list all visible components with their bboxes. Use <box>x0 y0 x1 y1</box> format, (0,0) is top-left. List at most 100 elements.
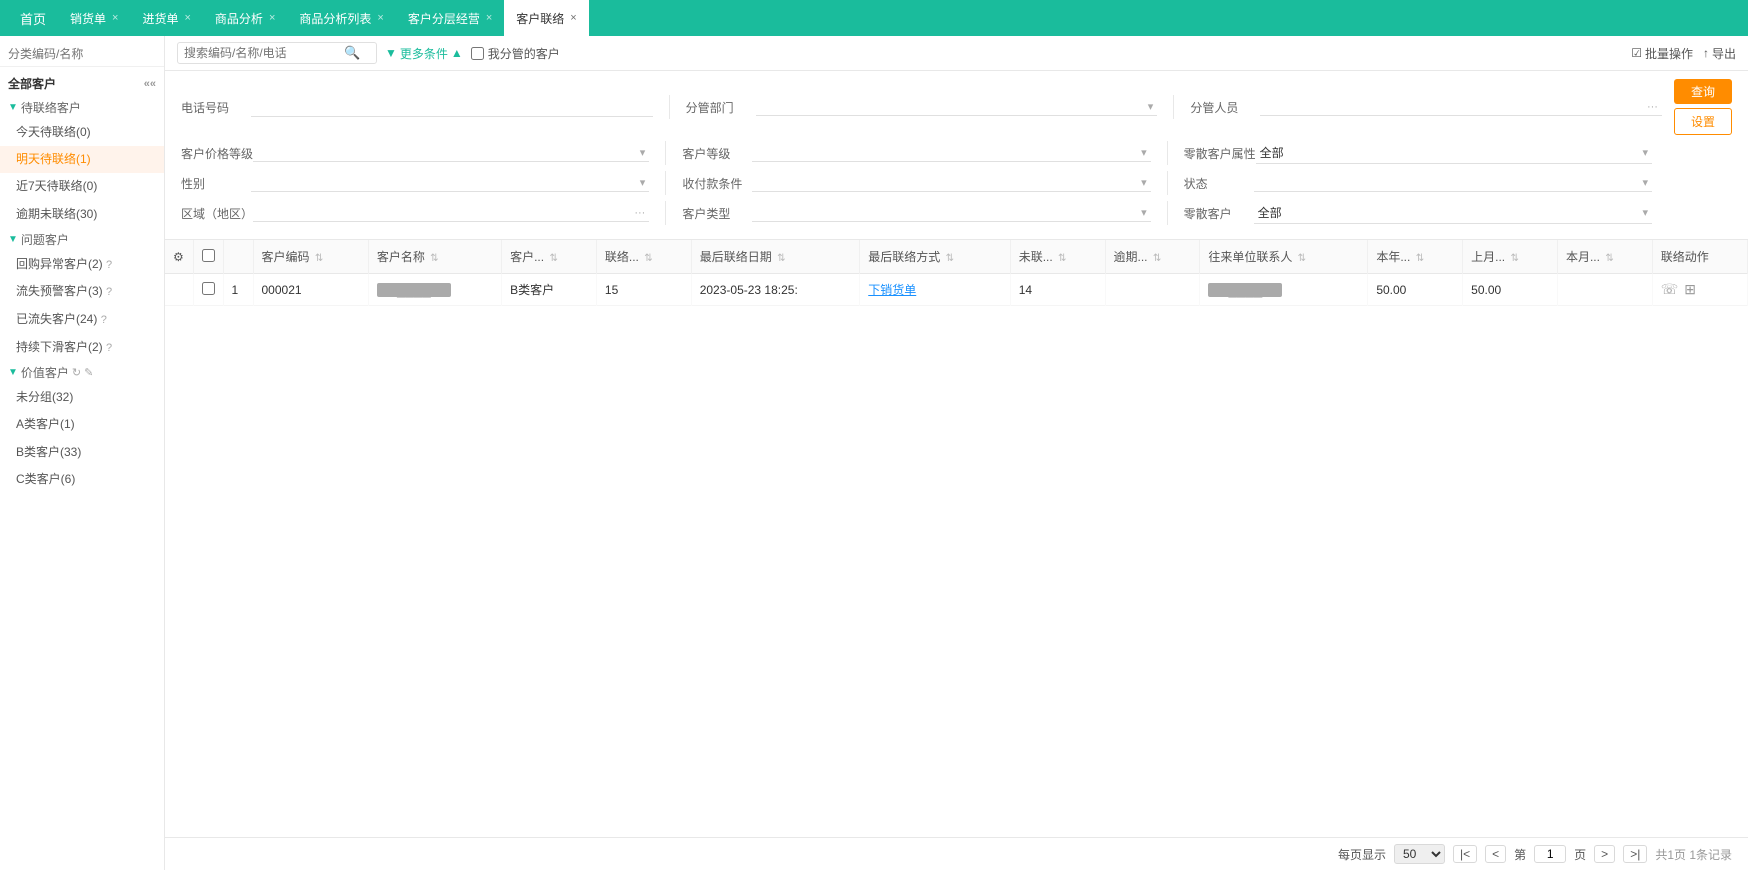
all-customers-section[interactable]: 全部客户 «« <box>0 71 164 96</box>
sidebar-item-class-b[interactable]: B类客户(33) <box>0 439 164 466</box>
nav-tab-4[interactable]: 客户分层经营 × <box>396 0 504 36</box>
filter-dept-select[interactable]: ▾ <box>756 98 1158 116</box>
filter-custtype-select[interactable]: ▾ <box>752 204 1150 222</box>
sort-icon-overdue[interactable]: ⇅ <box>1153 253 1161 264</box>
chevron-down-icon-retail-attr: ▾ <box>1642 146 1648 159</box>
batch-op-btn[interactable]: ☑ 批量操作 <box>1631 45 1693 62</box>
row-select-checkbox[interactable] <box>202 282 215 295</box>
sort-icon-last-month[interactable]: ⇅ <box>1511 253 1519 264</box>
sort-icon-this-year[interactable]: ⇅ <box>1416 253 1424 264</box>
sort-icon-last-date[interactable]: ⇅ <box>777 253 785 264</box>
edit-icon[interactable]: ✎ <box>84 366 93 379</box>
nav-tab-3[interactable]: 商品分析列表 × <box>287 0 395 36</box>
row-not-contact: 14 <box>1010 274 1105 306</box>
question-icon-0[interactable]: ? <box>106 259 112 271</box>
col-overdue-header[interactable]: 逾期... ⇅ <box>1105 240 1200 274</box>
filter-manager-select[interactable]: ··· <box>1260 99 1662 116</box>
col-unit-contact-header[interactable]: 往来单位联系人 ⇅ <box>1200 240 1368 274</box>
sort-icon-this-month[interactable]: ⇅ <box>1605 253 1613 264</box>
sort-icon-unit-contact[interactable]: ⇅ <box>1298 253 1306 264</box>
filter-phone-input[interactable] <box>251 98 653 117</box>
close-tab-0-icon[interactable]: × <box>112 12 118 24</box>
row-name[interactable]: ████ <box>368 274 501 306</box>
filter-status-select[interactable]: ▾ <box>1254 174 1652 192</box>
filter-level-select[interactable]: ▾ <box>752 144 1150 162</box>
per-page-select[interactable]: 50 100 200 <box>1394 844 1445 864</box>
col-type-header[interactable]: 客户... ⇅ <box>502 240 597 274</box>
sidebar-item-ungroup[interactable]: 未分组(32) <box>0 384 164 411</box>
col-last-month-header[interactable]: 上月... ⇅ <box>1463 240 1558 274</box>
sort-icon-contact[interactable]: ⇅ <box>644 253 652 264</box>
filter-area-select[interactable]: ··· <box>253 205 649 222</box>
col-this-month-header[interactable]: 本月... ⇅ <box>1557 240 1652 274</box>
sidebar-item-class-a[interactable]: A类客户(1) <box>0 411 164 438</box>
close-tab-2-icon[interactable]: × <box>269 12 275 24</box>
last-page-btn[interactable]: >| <box>1623 845 1647 863</box>
table-header-row: ⚙ 客户编码 ⇅ 客户名称 ⇅ 客户... ⇅ <box>165 240 1748 274</box>
sidebar-item-class-c[interactable]: C类客户(6) <box>0 466 164 493</box>
filter-price-select[interactable]: ▾ <box>253 144 649 162</box>
col-name-header[interactable]: 客户名称 ⇅ <box>368 240 501 274</box>
nav-home[interactable]: 首页 <box>8 0 58 36</box>
sidebar-item-lost-warning[interactable]: 流失预警客户(3) ? <box>0 278 164 306</box>
close-tab-3-icon[interactable]: × <box>377 12 383 24</box>
search-input[interactable] <box>184 46 344 60</box>
export-btn[interactable]: ↑ 导出 <box>1703 45 1736 62</box>
prev-page-btn[interactable]: < <box>1485 845 1506 863</box>
close-tab-4-icon[interactable]: × <box>486 12 492 24</box>
sidebar-item-overdue[interactable]: 逾期未联络(30) <box>0 201 164 228</box>
sort-icon-type[interactable]: ⇅ <box>549 253 557 264</box>
sidebar-item-abnormal[interactable]: 回购异常客户(2) ? <box>0 251 164 279</box>
nav-tab-0[interactable]: 销货单 × <box>58 0 130 36</box>
col-this-year-header[interactable]: 本年... ⇅ <box>1368 240 1463 274</box>
my-customers-checkbox[interactable] <box>471 47 484 60</box>
refresh-icon[interactable]: ↻ <box>72 366 81 379</box>
question-icon-3[interactable]: ? <box>106 342 112 354</box>
sidebar-item-today[interactable]: 今天待联络(0) <box>0 119 164 146</box>
close-tab-5-icon[interactable]: × <box>570 12 576 24</box>
next-page-btn[interactable]: > <box>1594 845 1615 863</box>
col-last-date-header[interactable]: 最后联络日期 ⇅ <box>691 240 860 274</box>
nav-tab-5[interactable]: 客户联络 × <box>504 0 588 36</box>
col-settings[interactable]: ⚙ <box>165 240 193 274</box>
col-code-header[interactable]: 客户编码 ⇅ <box>253 240 368 274</box>
sort-icon-name[interactable]: ⇅ <box>430 253 438 264</box>
col-last-way-header[interactable]: 最后联络方式 ⇅ <box>860 240 1010 274</box>
sidebar-item-declining[interactable]: 持续下滑客户(2) ? <box>0 334 164 362</box>
search-icon[interactable]: 🔍 <box>344 45 360 61</box>
row-code[interactable]: 000021 <box>253 274 368 306</box>
filter-divider-8 <box>1167 201 1168 225</box>
col-contact-header[interactable]: 联络... ⇅ <box>596 240 691 274</box>
select-all-checkbox[interactable] <box>202 249 215 262</box>
page-input[interactable] <box>1534 845 1566 863</box>
sort-icon-last-way[interactable]: ⇅ <box>946 253 954 264</box>
nav-tab-1[interactable]: 进货单 × <box>130 0 202 36</box>
phone-action-icon[interactable]: ☏ <box>1661 281 1679 298</box>
row-last-way[interactable]: 下销货单 <box>860 274 1010 306</box>
question-icon-1[interactable]: ? <box>106 286 112 298</box>
sort-icon-code[interactable]: ⇅ <box>315 253 323 264</box>
question-icon-2[interactable]: ? <box>101 314 107 326</box>
sidebar-item-tomorrow[interactable]: 明天待联络(1) <box>0 146 164 173</box>
col-checkbox-header[interactable] <box>193 240 223 274</box>
sidebar-search-input[interactable] <box>8 47 163 61</box>
col-not-contact-header[interactable]: 未联... ⇅ <box>1010 240 1105 274</box>
first-page-btn[interactable]: |< <box>1453 845 1477 863</box>
filter-gender-select[interactable]: ▾ <box>251 174 649 192</box>
sidebar-item-lost[interactable]: 已流失客户(24) ? <box>0 306 164 334</box>
sidebar-item-7days[interactable]: 近7天待联络(0) <box>0 173 164 200</box>
row-unit-contact: ████ <box>1200 274 1368 306</box>
reset-button[interactable]: 设置 <box>1674 108 1732 135</box>
sort-icon-not-contact[interactable]: ⇅ <box>1058 253 1066 264</box>
last-way-link[interactable]: 下销货单 <box>868 283 916 297</box>
main-layout: 🔍 全部客户 «« ▼ 待联络客户 今天待联络(0) 明天待联络(1) 近7天待… <box>0 36 1748 870</box>
row-checkbox[interactable] <box>193 274 223 306</box>
query-button[interactable]: 查询 <box>1674 79 1732 104</box>
filter-retail-attr-select[interactable]: 全部 ▾ <box>1256 142 1652 164</box>
nav-tab-2[interactable]: 商品分析 × <box>203 0 287 36</box>
more-conditions-btn[interactable]: ▼ 更多条件 ▲ <box>385 45 463 62</box>
grid-action-icon[interactable]: ⊞ <box>1684 281 1696 298</box>
close-tab-1-icon[interactable]: × <box>184 12 190 24</box>
filter-payment-select[interactable]: ▾ <box>752 174 1150 192</box>
filter-retail-select[interactable]: 全部 ▾ <box>1254 202 1652 224</box>
